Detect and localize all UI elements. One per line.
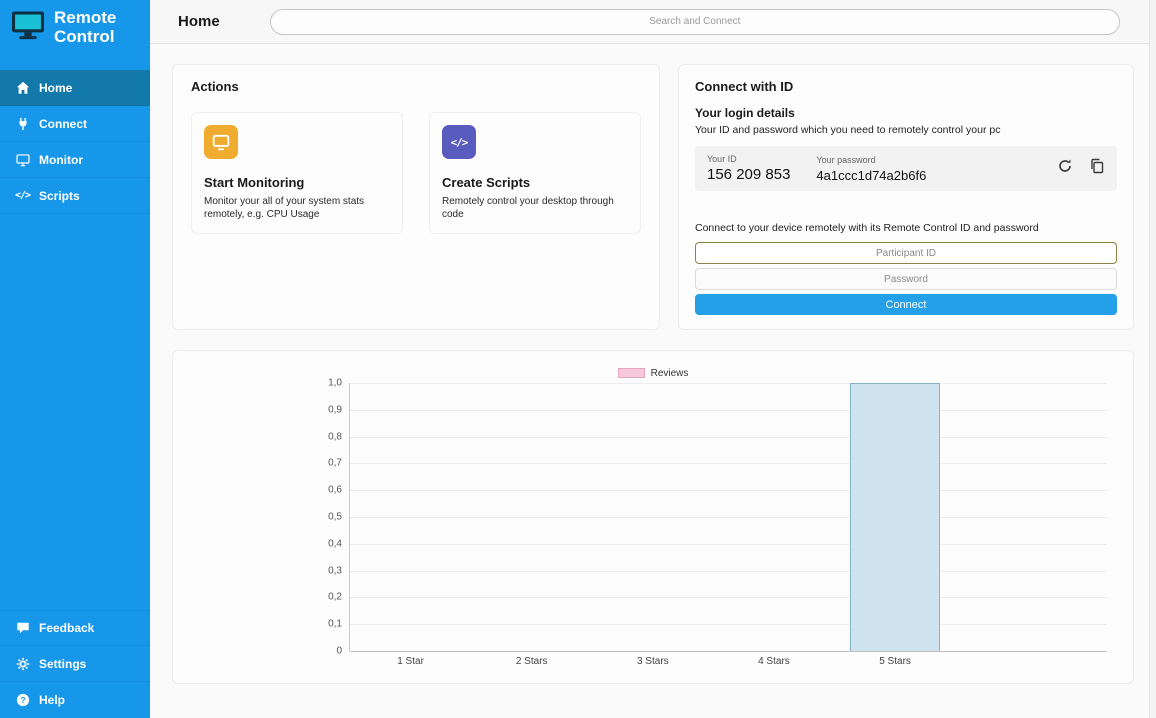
bar-5-stars: [850, 383, 940, 651]
svg-text:?: ?: [20, 695, 25, 705]
login-details-title: Your login details: [695, 106, 795, 120]
sidebar-item-scripts[interactable]: </> Scripts: [0, 178, 150, 214]
your-id-label: Your ID: [707, 154, 737, 164]
home-icon: [15, 80, 30, 95]
x-tick-label: 4 Stars: [758, 656, 790, 667]
login-details-caption: Your ID and password which you need to r…: [695, 124, 1001, 136]
chart-x-axis: 1 Star 2 Stars 3 Stars 4 Stars 5 Stars: [350, 656, 956, 667]
code-icon: </>: [14, 190, 31, 201]
sidebar-item-label: Help: [39, 693, 66, 707]
scrollbar-track[interactable]: [1149, 0, 1156, 718]
sidebar: Remote Control Home Connect Monitor </> …: [0, 0, 150, 718]
sidebar-item-label: Settings: [39, 656, 87, 671]
sidebar-item-home[interactable]: Home: [0, 70, 150, 106]
y-tick-label: 0,7: [328, 457, 342, 469]
start-monitoring-tile[interactable]: Start Monitoring Monitor your all of you…: [191, 112, 403, 234]
your-id-value: 156 209 853: [707, 166, 791, 183]
login-details-panel: Your ID 156 209 853 Your password 4a1ccc…: [695, 146, 1117, 191]
app-logo: Remote Control: [0, 0, 150, 58]
help-icon: ?: [15, 693, 30, 708]
refresh-icon[interactable]: [1057, 158, 1073, 179]
sidebar-item-label: Connect: [39, 116, 87, 131]
your-id-field: Your ID 156 209 853: [707, 154, 790, 183]
app-logo-icon: [10, 9, 46, 46]
create-scripts-tile[interactable]: </> Create Scripts Remotely control your…: [429, 112, 641, 234]
tile-description: Remotely control your desktop through co…: [442, 196, 614, 220]
code-tile-icon: </>: [442, 125, 476, 159]
your-password-field: Your password 4a1ccc1d74a2b6f6: [816, 155, 926, 183]
chart-y-axis: 1,0 0,9 0,8 0,7 0,6 0,5 0,4 0,3 0,2 0,1 0: [311, 378, 349, 657]
bar-column: [835, 383, 956, 651]
connect-card-title: Connect with ID: [695, 79, 794, 94]
connect-with-id-card: Connect with ID Your login details Your …: [678, 64, 1134, 330]
tile-title: Create Scripts: [442, 175, 531, 190]
y-tick-label: 0,2: [328, 591, 342, 603]
reviews-chart-card: Reviews 1,0 0,9 0,8 0,7 0,6 0,5 0,4 0,3 0,2 0,1 0 …: [172, 350, 1134, 684]
y-tick-label: 0,1: [328, 618, 342, 630]
search-input[interactable]: [269, 8, 1120, 35]
topbar: Home: [150, 0, 1156, 44]
x-tick-label: 2 Stars: [515, 656, 548, 667]
copy-icon[interactable]: [1089, 158, 1105, 179]
bar-column: [471, 383, 592, 651]
sidebar-item-monitor[interactable]: Monitor: [0, 142, 150, 178]
sidebar-bottom-nav: Feedback Settings ? Help: [0, 610, 150, 718]
your-password-label: Your password: [816, 154, 876, 165]
monitor-icon: [15, 152, 30, 167]
y-tick-label: 0,3: [328, 565, 342, 577]
sidebar-item-feedback[interactable]: Feedback: [0, 610, 150, 646]
sidebar-item-label: Monitor: [39, 152, 83, 167]
tile-description: Monitor your all of your system stats re…: [204, 196, 365, 220]
participant-id-input[interactable]: [695, 242, 1117, 264]
password-input[interactable]: [695, 268, 1117, 290]
y-tick-label: 0,9: [328, 404, 342, 416]
x-tick-label: 3 Stars: [636, 656, 669, 667]
sidebar-item-label: Scripts: [39, 188, 80, 203]
plug-icon: [15, 116, 30, 131]
sidebar-item-label: Feedback: [39, 621, 95, 635]
connect-caption: Connect to your device remotely with its…: [695, 222, 1039, 234]
y-tick-label: 0,4: [328, 538, 342, 550]
connect-button[interactable]: Connect: [695, 294, 1117, 315]
bar-column: [592, 383, 713, 651]
y-tick-label: 0,6: [328, 484, 342, 496]
y-tick-label: 0,5: [328, 511, 342, 523]
legend-label: Reviews: [650, 367, 689, 379]
legend-swatch: [617, 368, 645, 378]
gridline: [350, 651, 1107, 652]
chart-bars: [350, 383, 956, 651]
sidebar-item-settings[interactable]: Settings: [0, 646, 150, 682]
sidebar-item-help[interactable]: ? Help: [0, 682, 150, 718]
x-tick-label: 1 Star: [397, 656, 424, 667]
page-title: Home: [178, 13, 220, 30]
feedback-icon: [15, 621, 30, 636]
actions-title: Actions: [191, 79, 239, 94]
actions-card: Actions Start Monitoring Monitor your al…: [172, 64, 660, 330]
x-tick-label: 5 Stars: [879, 656, 911, 667]
your-password-value: 4a1ccc1d74a2b6f6: [816, 167, 927, 183]
bar-column: [713, 383, 834, 651]
sidebar-item-connect[interactable]: Connect: [0, 106, 150, 142]
main-area: Home Actions Start Monitoring: [150, 0, 1156, 718]
y-tick-label: 0: [336, 645, 342, 657]
gear-icon: [15, 656, 30, 671]
sidebar-nav: Home Connect Monitor </> Scripts: [0, 70, 150, 214]
bar-column: [350, 383, 471, 651]
y-tick-label: 1,0: [328, 377, 342, 389]
sidebar-item-label: Home: [39, 80, 73, 95]
tile-title: Start Monitoring: [204, 175, 305, 190]
monitor-tile-icon: [204, 125, 238, 159]
content: Actions Start Monitoring Monitor your al…: [150, 44, 1156, 718]
y-tick-label: 0,8: [328, 431, 342, 443]
chart-plot-area: 1 Star 2 Stars 3 Stars 4 Stars 5 Stars: [349, 383, 1107, 667]
app-title: Remote Control: [54, 8, 117, 46]
